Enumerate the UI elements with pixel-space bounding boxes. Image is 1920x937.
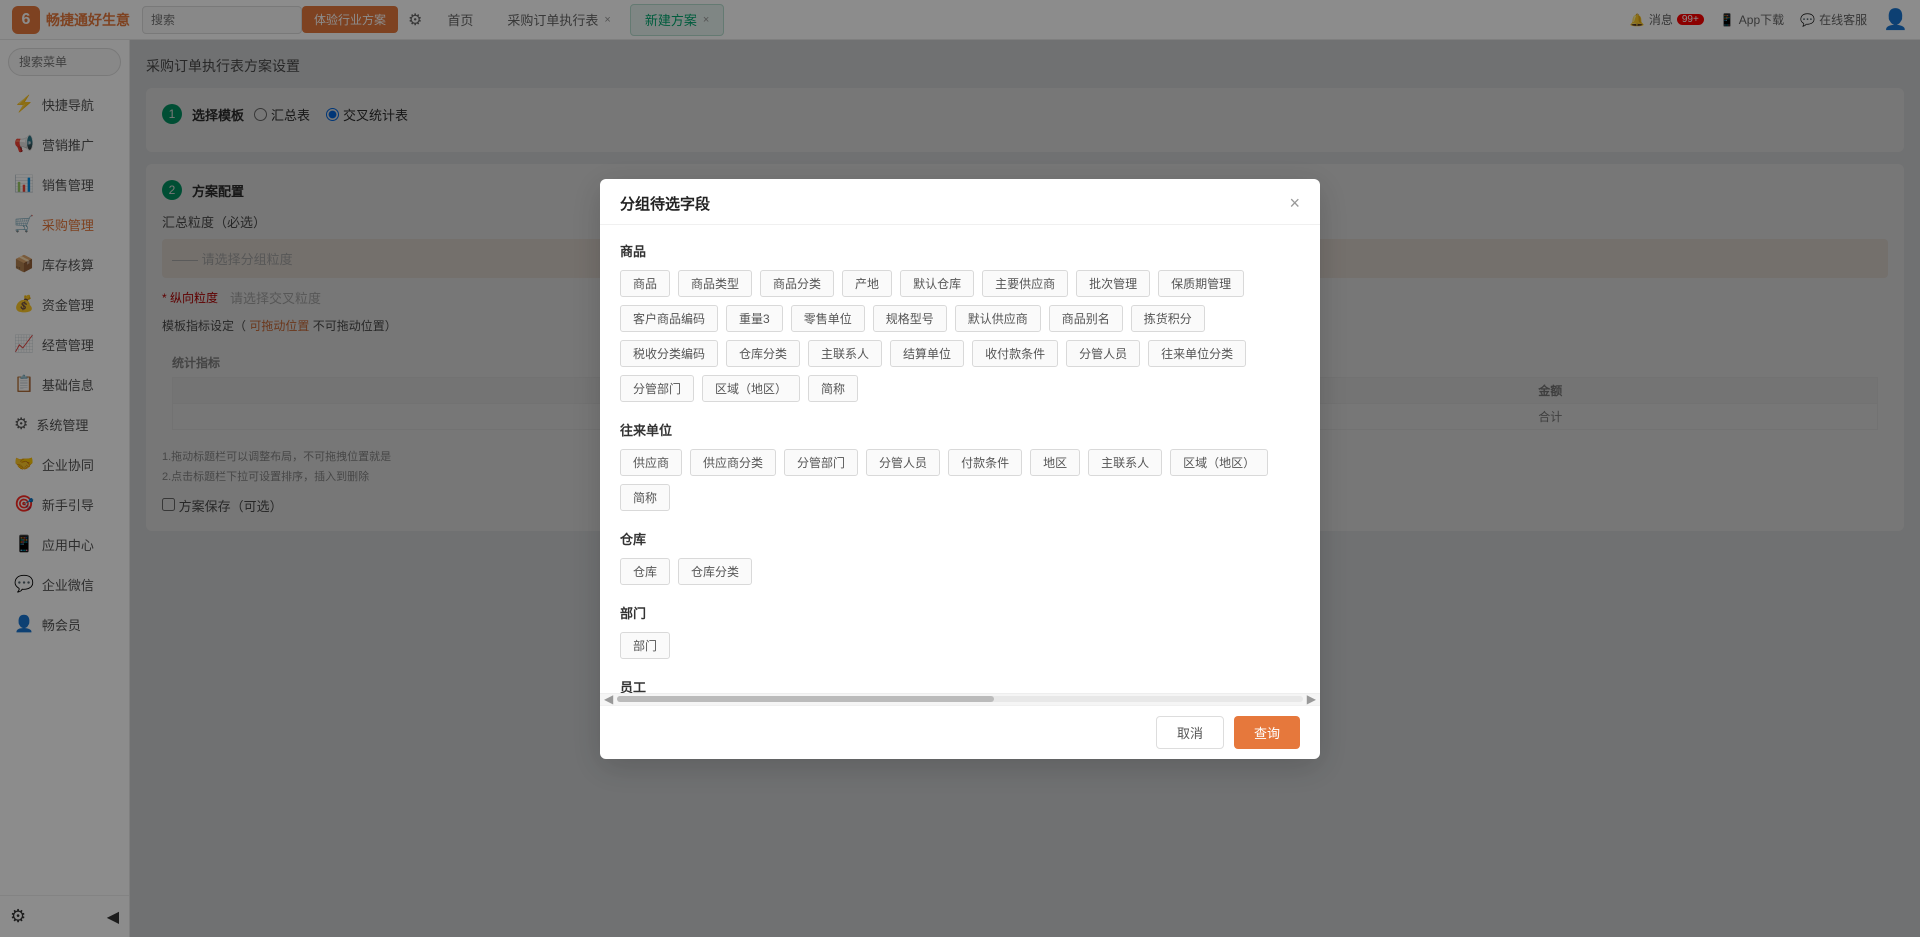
- modal-close-btn[interactable]: ×: [1289, 194, 1300, 212]
- field-tag[interactable]: 简称: [620, 484, 670, 511]
- goods-field-tags: 商品 商品类型 商品分类 产地 默认仓库 主要供应商 批次管理 保质期管理 客户…: [620, 270, 1300, 402]
- field-tag[interactable]: 部门: [620, 632, 670, 659]
- field-tag[interactable]: 供应商分类: [690, 449, 776, 476]
- modal-title: 分组待选字段: [620, 193, 710, 214]
- field-tag[interactable]: 零售单位: [791, 305, 865, 332]
- field-tag[interactable]: 商品类型: [678, 270, 752, 297]
- partner-section-title: 往来单位: [620, 420, 1300, 439]
- field-tag[interactable]: 默认供应商: [955, 305, 1041, 332]
- modal-body: 商品 商品 商品类型 商品分类 产地 默认仓库 主要供应商 批次管理 保质期管理…: [600, 225, 1320, 693]
- field-tag[interactable]: 规格型号: [873, 305, 947, 332]
- department-field-tags: 部门: [620, 632, 1300, 659]
- field-tag[interactable]: 保质期管理: [1158, 270, 1244, 297]
- field-tag[interactable]: 供应商: [620, 449, 682, 476]
- cancel-button[interactable]: 取消: [1156, 716, 1224, 749]
- modal-hscroll: ◀ ▶: [600, 693, 1320, 705]
- field-tag[interactable]: 结算单位: [890, 340, 964, 367]
- field-tag[interactable]: 分管人员: [866, 449, 940, 476]
- field-tag[interactable]: 主联系人: [1088, 449, 1162, 476]
- field-tag[interactable]: 拣货积分: [1131, 305, 1205, 332]
- modal-footer: 取消 查询: [600, 705, 1320, 759]
- field-group-goods: 商品 商品 商品类型 商品分类 产地 默认仓库 主要供应商 批次管理 保质期管理…: [620, 241, 1300, 402]
- field-tag[interactable]: 产地: [842, 270, 892, 297]
- field-tag[interactable]: 往来单位分类: [1148, 340, 1246, 367]
- field-tag[interactable]: 仓库: [620, 558, 670, 585]
- field-tag[interactable]: 客户商品编码: [620, 305, 718, 332]
- field-tag[interactable]: 分管部门: [620, 375, 694, 402]
- confirm-button[interactable]: 查询: [1234, 716, 1300, 749]
- field-tag[interactable]: 仓库分类: [726, 340, 800, 367]
- department-section-title: 部门: [620, 603, 1300, 622]
- field-tag[interactable]: 分管人员: [1066, 340, 1140, 367]
- field-group-partner: 往来单位 供应商 供应商分类 分管部门 分管人员 付款条件 地区 主联系人 区域…: [620, 420, 1300, 511]
- goods-section-title: 商品: [620, 241, 1300, 260]
- field-tag[interactable]: 默认仓库: [900, 270, 974, 297]
- field-tag[interactable]: 简称: [808, 375, 858, 402]
- field-tag[interactable]: 地区: [1030, 449, 1080, 476]
- field-tag[interactable]: 区域（地区）: [702, 375, 800, 402]
- field-tag[interactable]: 商品: [620, 270, 670, 297]
- warehouse-field-tags: 仓库 仓库分类: [620, 558, 1300, 585]
- field-tag[interactable]: 批次管理: [1076, 270, 1150, 297]
- field-tag[interactable]: 商品别名: [1049, 305, 1123, 332]
- field-tag[interactable]: 收付款条件: [972, 340, 1058, 367]
- field-select-modal: 分组待选字段 × 商品 商品 商品类型 商品分类 产地 默认仓库 主要供应商 批…: [600, 179, 1320, 759]
- warehouse-section-title: 仓库: [620, 529, 1300, 548]
- field-tag[interactable]: 重量3: [726, 305, 783, 332]
- field-group-warehouse: 仓库 仓库 仓库分类: [620, 529, 1300, 585]
- employee-section-title: 员工: [620, 677, 1300, 693]
- modal-header: 分组待选字段 ×: [600, 179, 1320, 225]
- field-group-employee: 员工 业务员: [620, 677, 1300, 693]
- field-tag[interactable]: 税收分类编码: [620, 340, 718, 367]
- field-tag[interactable]: 仓库分类: [678, 558, 752, 585]
- field-group-department: 部门 部门: [620, 603, 1300, 659]
- field-tag[interactable]: 主要供应商: [982, 270, 1068, 297]
- field-tag[interactable]: 分管部门: [784, 449, 858, 476]
- field-tag[interactable]: 区域（地区）: [1170, 449, 1268, 476]
- field-tag[interactable]: 主联系人: [808, 340, 882, 367]
- partner-field-tags: 供应商 供应商分类 分管部门 分管人员 付款条件 地区 主联系人 区域（地区） …: [620, 449, 1300, 511]
- field-tag[interactable]: 付款条件: [948, 449, 1022, 476]
- hscroll-thumb: [617, 696, 994, 702]
- modal-overlay: 分组待选字段 × 商品 商品 商品类型 商品分类 产地 默认仓库 主要供应商 批…: [0, 0, 1920, 937]
- field-tag[interactable]: 商品分类: [760, 270, 834, 297]
